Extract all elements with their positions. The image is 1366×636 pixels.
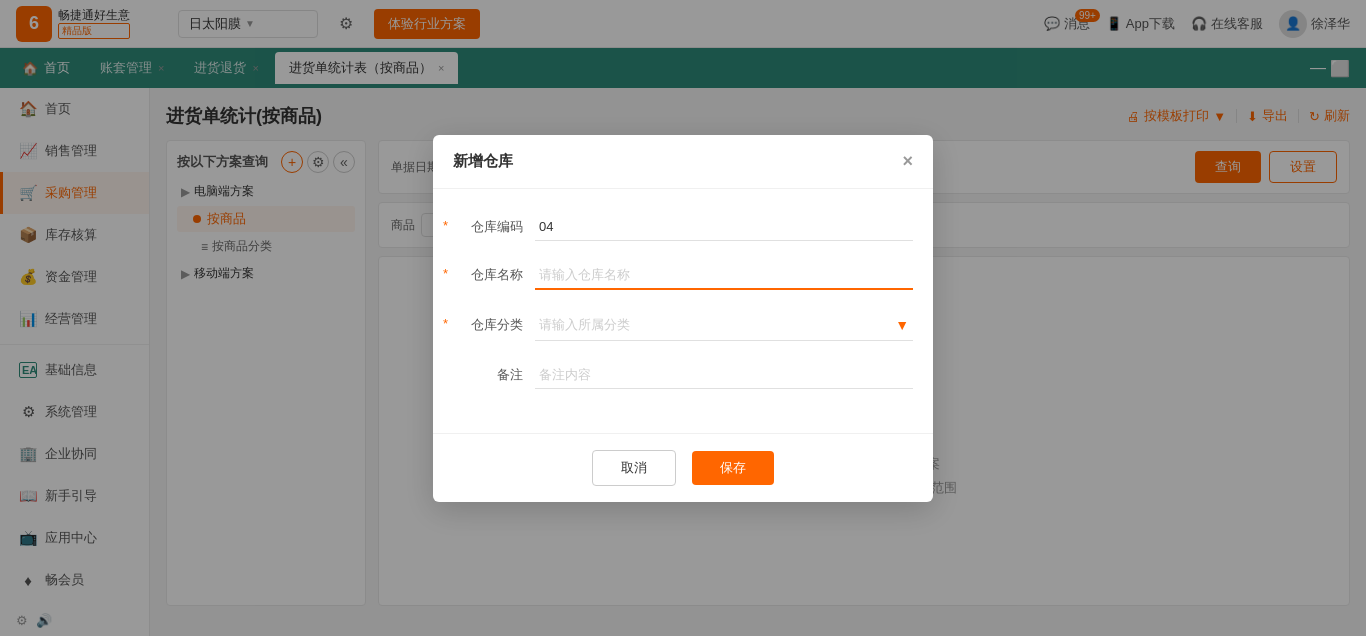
warehouse-name-row: 仓库名称 xyxy=(453,261,913,290)
modal-footer: 取消 保存 xyxy=(433,433,933,502)
modal-overlay: 新增仓库 × 仓库编码 仓库名称 仓库分类 请输入所属分类 ▼ xyxy=(0,0,1366,636)
warehouse-type-row: 仓库分类 请输入所属分类 ▼ xyxy=(453,310,913,341)
note-input[interactable] xyxy=(535,361,913,389)
note-row: 备注 xyxy=(453,361,913,389)
note-label: 备注 xyxy=(453,366,523,384)
modal-body: 仓库编码 仓库名称 仓库分类 请输入所属分类 ▼ 备注 xyxy=(433,189,933,433)
warehouse-type-placeholder: 请输入所属分类 xyxy=(539,316,630,334)
modal-header: 新增仓库 × xyxy=(433,135,933,189)
cancel-button[interactable]: 取消 xyxy=(592,450,676,486)
warehouse-name-input[interactable] xyxy=(535,261,913,290)
modal-title: 新增仓库 xyxy=(453,152,513,171)
warehouse-code-input[interactable] xyxy=(535,213,913,241)
save-button[interactable]: 保存 xyxy=(692,451,774,485)
warehouse-code-label: 仓库编码 xyxy=(453,218,523,236)
modal-close-button[interactable]: × xyxy=(902,151,913,172)
warehouse-type-label: 仓库分类 xyxy=(453,316,523,334)
warehouse-code-row: 仓库编码 xyxy=(453,213,913,241)
warehouse-name-label: 仓库名称 xyxy=(453,266,523,284)
warehouse-type-select[interactable]: 请输入所属分类 ▼ xyxy=(535,310,913,341)
new-warehouse-modal: 新增仓库 × 仓库编码 仓库名称 仓库分类 请输入所属分类 ▼ xyxy=(433,135,933,502)
warehouse-type-arrow: ▼ xyxy=(895,317,909,333)
